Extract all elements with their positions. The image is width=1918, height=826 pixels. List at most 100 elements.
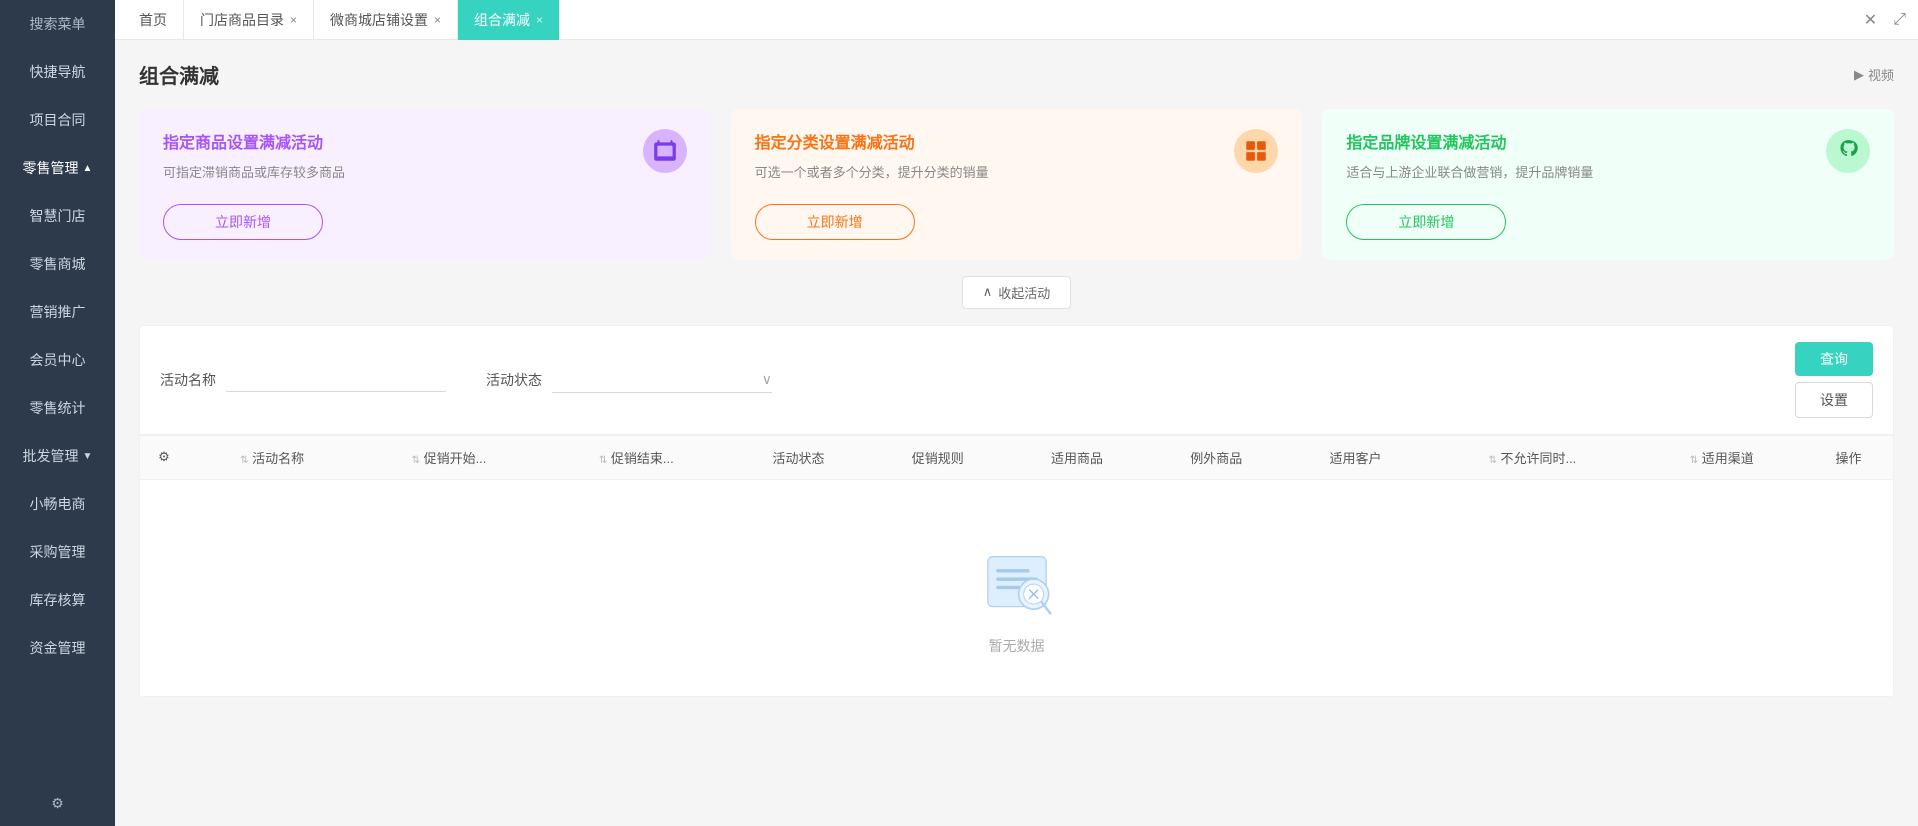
activity-name-input[interactable] [226,367,446,392]
product-card-icon [643,129,687,173]
tab-label: 首页 [139,10,167,30]
brand-card-icon [1826,129,1870,173]
th-channel[interactable]: ⇅ 适用渠道 [1638,435,1804,479]
sidebar-item-member-center[interactable]: 会员中心 [0,336,115,384]
tab-label: 门店商品目录 [200,10,284,30]
sidebar-search[interactable]: 搜索菜单 [0,0,115,48]
sidebar-item-quick-nav[interactable]: 快捷导航 [0,48,115,96]
empty-illustration [967,540,1067,620]
th-label: 适用渠道 [1702,451,1754,466]
tab-label: 微商城店铺设置 [330,10,428,30]
tab-micro-mall-setting[interactable]: 微商城店铺设置 × [314,0,458,40]
empty-text: 暂无数据 [160,636,1873,656]
product-card-desc: 可指定滞销商品或库存较多商品 [163,163,687,184]
tab-bar: 首页 门店商品目录 × 微商城店铺设置 × 组合满减 × ✕ ⤢ [115,0,1918,40]
close-icon[interactable]: × [290,13,297,27]
product-card-btn[interactable]: 立即新增 [163,204,323,240]
chevron-up-icon: ∧ [983,284,993,300]
th-label: 适用商品 [1051,451,1103,466]
th-goods: 适用商品 [1007,435,1146,479]
th-gear[interactable]: ⚙ [140,435,188,479]
chevron-down-icon: ∨ [762,371,772,388]
filter-activity-status: 活动状态 ∨ [486,367,772,393]
th-label: 促销规则 [912,451,964,466]
settings-button[interactable]: ⚙ [0,781,115,826]
tab-label: 组合满减 [474,10,530,30]
th-label: 促销开始... [424,451,487,466]
sidebar-item-label: 智慧门店 [30,206,86,226]
sidebar-item-marketing[interactable]: 营销推广 [0,288,115,336]
category-card-desc: 可选一个或者多个分类，提升分类的销量 [755,163,1279,184]
filter-table-container: 活动名称 活动状态 ∨ 查询 设置 [139,325,1894,697]
collapse-label: 收起活动 [998,283,1050,302]
sort-icon: ⇅ [240,455,248,466]
video-label: 视频 [1868,65,1894,84]
th-label: 不允许同时... [1500,451,1576,466]
th-action: 操作 [1804,435,1893,479]
sidebar-item-inventory[interactable]: 库存核算 [0,576,115,624]
sort-icon: ⇅ [1488,455,1496,466]
sidebar-item-label: 零售管理 [23,158,79,178]
sidebar-item-project-contract[interactable]: 项目合同 [0,96,115,144]
video-link[interactable]: ▶ 视频 [1854,65,1894,84]
data-table: ⚙ ⇅ 活动名称 ⇅ 促销开始... ⇅ [140,435,1893,480]
sidebar-item-retail-stats[interactable]: 零售统计 [0,384,115,432]
th-name[interactable]: ⇅ 活动名称 [188,435,354,479]
content-area: 组合满减 ▶ 视频 指定商品设置满减活动 可指定滞销商品或库存较多商品 立即新增 [115,40,1918,826]
sidebar-item-smart-store[interactable]: 智慧门店 [0,192,115,240]
empty-state: 暂无数据 [140,480,1893,696]
close-icon[interactable]: × [434,13,441,27]
tab-combo-discount[interactable]: 组合满减 × [458,0,560,40]
sidebar-item-label: 采购管理 [30,542,86,562]
th-end[interactable]: ⇅ 促销结束... [542,435,729,479]
chevron-up-icon: ▲ [83,163,93,174]
sidebar-item-label: 库存核算 [30,590,86,610]
collapse-activity-btn[interactable]: ∧ 收起活动 [962,276,1072,309]
sidebar-item-wholesale-mgmt[interactable]: 批发管理 ▼ [0,432,115,480]
tab-home[interactable]: 首页 [123,0,184,40]
main-content: 首页 门店商品目录 × 微商城店铺设置 × 组合满减 × ✕ ⤢ 组合满减 ▶ … [115,0,1918,826]
brand-card-btn[interactable]: 立即新增 [1346,204,1506,240]
sidebar-item-finance[interactable]: 资金管理 [0,624,115,672]
sidebar-item-xiaochangec[interactable]: 小畅电商 [0,480,115,528]
brand-card: 指定品牌设置满减活动 适合与上游企业联合做营销，提升品牌销量 立即新增 [1322,109,1894,260]
sidebar-item-label: 小畅电商 [30,494,86,514]
sidebar-item-label: 会员中心 [30,350,86,370]
sidebar-item-retail-mgmt[interactable]: 零售管理 ▲ [0,144,115,192]
sort-icon: ⇅ [1690,455,1698,466]
sidebar-item-label: 零售商城 [30,254,86,274]
activity-status-select[interactable]: ∨ [552,367,772,393]
maximize-icon[interactable]: ⤢ [1889,7,1910,33]
th-rule: 促销规则 [868,435,1007,479]
query-button[interactable]: 查询 [1795,342,1873,376]
sidebar-item-label: 营销推广 [30,302,86,322]
th-label: 活动名称 [252,451,304,466]
sidebar-item-retail-mall[interactable]: 零售商城 [0,240,115,288]
sidebar-item-label: 快捷导航 [30,62,86,82]
th-label: 适用客户 [1330,451,1382,466]
tab-actions: ✕ ⤢ [1860,6,1910,34]
tab-store-catalog[interactable]: 门店商品目录 × [184,0,314,40]
th-label: 活动状态 [773,451,825,466]
category-card-btn[interactable]: 立即新增 [755,204,915,240]
sidebar-item-purchase-mgmt[interactable]: 采购管理 [0,528,115,576]
sidebar-item-label: 项目合同 [30,110,86,130]
th-customer: 适用客户 [1286,435,1425,479]
play-icon: ▶ [1854,67,1864,83]
th-start[interactable]: ⇅ 促销开始... [354,435,541,479]
close-window-icon[interactable]: ✕ [1860,6,1881,34]
th-label: 例外商品 [1190,451,1242,466]
th-not-allow[interactable]: ⇅ 不允许同时... [1425,435,1637,479]
table-wrapper: ⚙ ⇅ 活动名称 ⇅ 促销开始... ⇅ [140,434,1893,696]
gear-icon: ⚙ [51,795,64,811]
brand-card-desc: 适合与上游企业联合做营销，提升品牌销量 [1346,163,1870,184]
th-label: 操作 [1835,451,1861,466]
sidebar: 搜索菜单 快捷导航 项目合同 零售管理 ▲ 智慧门店 零售商城 营销推广 会员中… [0,0,115,826]
th-label: 促销结束... [611,451,674,466]
setting-button[interactable]: 设置 [1795,382,1873,418]
sidebar-item-label: 资金管理 [30,638,86,658]
close-icon[interactable]: × [536,13,543,27]
chevron-down-icon: ▼ [83,451,93,462]
filter-row: 活动名称 活动状态 ∨ 查询 设置 [140,326,1893,434]
page-title: 组合满减 [139,60,219,89]
